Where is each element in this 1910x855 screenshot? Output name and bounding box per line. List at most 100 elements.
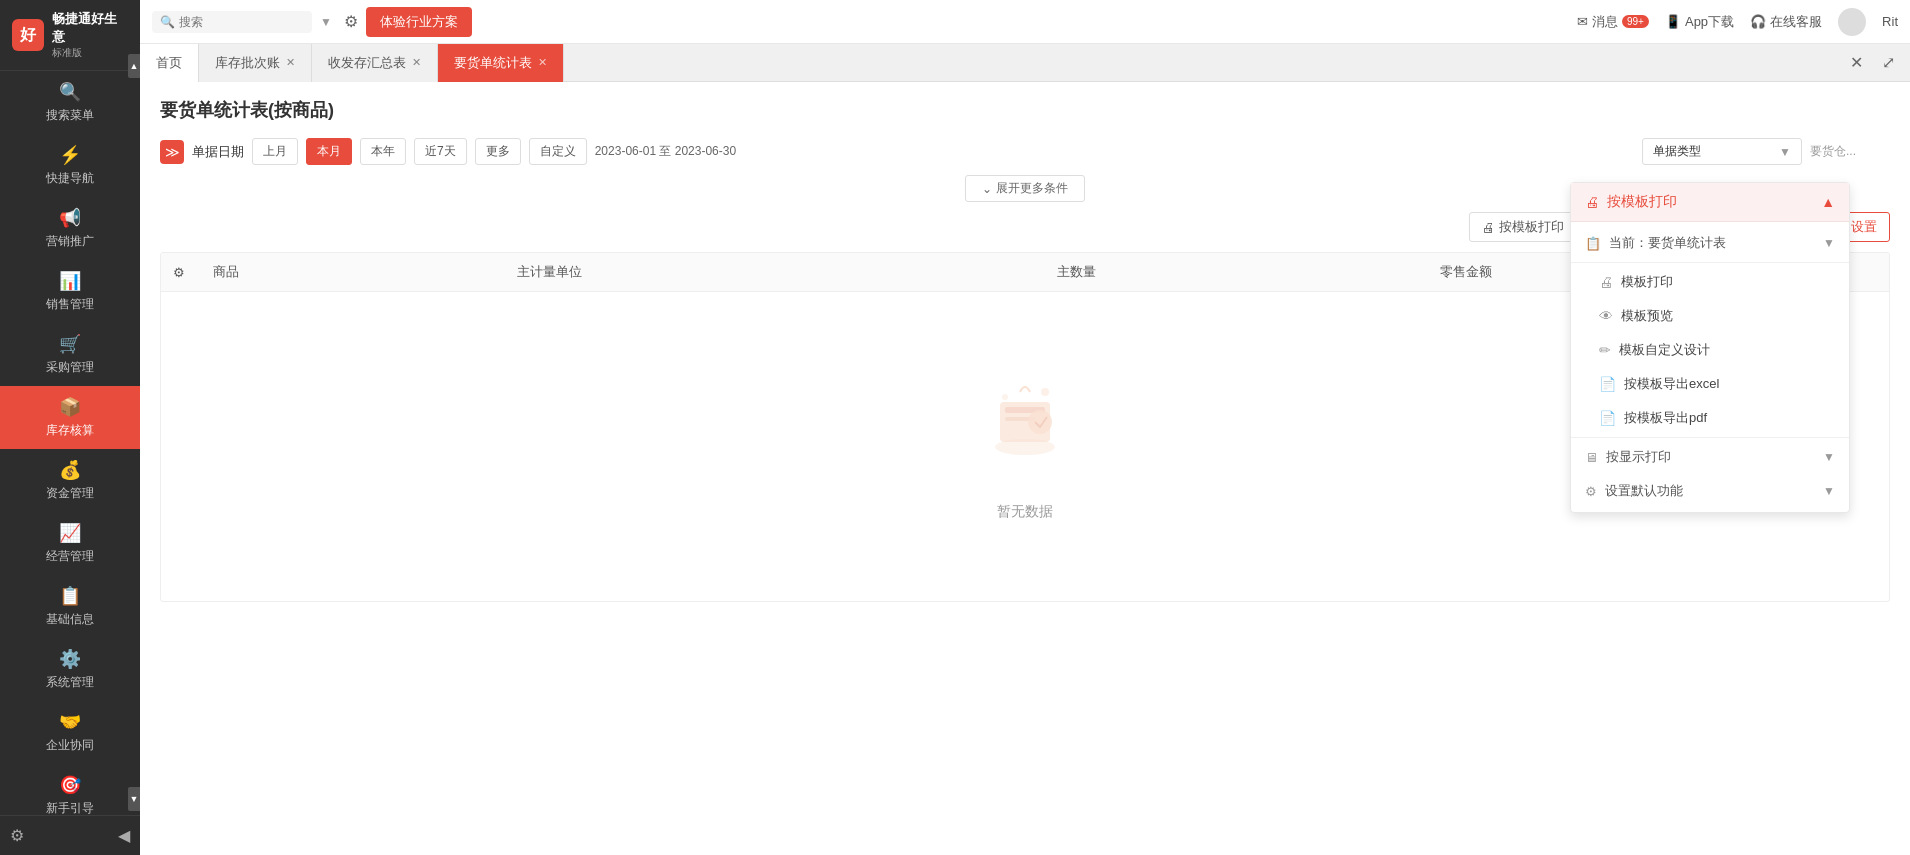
main-area: 🔍 ▼ ⚙ 体验行业方案 ✉ 消息 99+ 📱 App下载 🎧 在线客服 Rit bbox=[140, 0, 1910, 855]
logo-icon: 好 bbox=[12, 19, 44, 51]
date-cur-year-btn[interactable]: 本年 bbox=[360, 138, 406, 165]
target-icon: 🎯 bbox=[59, 774, 81, 796]
collection-tab-label: 收发存汇总表 bbox=[328, 54, 406, 72]
mobile-icon: 📱 bbox=[1665, 14, 1681, 29]
default-func-arrow: ▼ bbox=[1823, 484, 1835, 498]
default-func-section[interactable]: ⚙ 设置默认功能 ▼ bbox=[1571, 474, 1849, 508]
sidebar-item-guide[interactable]: 🎯 新手引导 bbox=[0, 764, 140, 815]
current-template-item[interactable]: 📋 当前：要货单统计表 ▼ bbox=[1571, 226, 1849, 260]
sidebar-nav: 🔍 搜索菜单 ⚡ 快捷导航 📢 营销推广 📊 销售管理 🛒 采购管理 📦 库存核… bbox=[0, 71, 140, 815]
search-icon: 🔍 bbox=[59, 81, 81, 103]
box-icon: 📦 bbox=[59, 396, 81, 418]
tab-batch[interactable]: 库存批次账 ✕ bbox=[199, 44, 312, 82]
template-excel-icon: 📄 bbox=[1599, 376, 1616, 392]
tab-order-stats[interactable]: 要货单统计表 ✕ bbox=[438, 44, 564, 82]
sidebar-item-system[interactable]: ⚙️ 系统管理 bbox=[0, 638, 140, 701]
display-print-icon: 🖥 bbox=[1585, 450, 1598, 465]
collection-tab-close[interactable]: ✕ bbox=[412, 56, 421, 69]
template-pdf-btn[interactable]: 📄 按模板导出pdf bbox=[1571, 401, 1849, 435]
print-dropdown-header[interactable]: 🖨 按模板打印 ▲ bbox=[1571, 183, 1849, 222]
print-dropdown-title: 🖨 按模板打印 bbox=[1585, 193, 1677, 211]
batch-tab-label: 库存批次账 bbox=[215, 54, 280, 72]
current-template-arrow: ▼ bbox=[1823, 236, 1835, 250]
expand-chevron-icon: ⌄ bbox=[982, 182, 992, 196]
tabs-bar: 首页 库存批次账 ✕ 收发存汇总表 ✕ 要货单统计表 ✕ ✕ ⤢ bbox=[140, 44, 1910, 82]
template-preview-btn[interactable]: 👁 模板预览 bbox=[1571, 299, 1849, 333]
maximize-btn[interactable]: ⤢ bbox=[1874, 49, 1902, 77]
order-stats-tab-close[interactable]: ✕ bbox=[538, 56, 547, 69]
order-type-arrow: ▼ bbox=[1779, 145, 1791, 159]
sidebar-item-sales[interactable]: 📊 销售管理 bbox=[0, 260, 140, 323]
date-cur-month-btn[interactable]: 本月 bbox=[306, 138, 352, 165]
date-range-text: 2023-06-01 至 2023-06-30 bbox=[595, 143, 736, 160]
date-prev-month-btn[interactable]: 上月 bbox=[252, 138, 298, 165]
online-service-btn[interactable]: 🎧 在线客服 bbox=[1750, 13, 1822, 31]
message-badge: 99+ bbox=[1622, 15, 1649, 28]
content-area: 要货单统计表(按商品) ≫ 单据日期 上月 本月 本年 近7天 更多 自定义 2… bbox=[140, 82, 1910, 855]
date-more-btn[interactable]: 更多 bbox=[475, 138, 521, 165]
display-print-section[interactable]: 🖥 按显示打印 ▼ bbox=[1571, 440, 1849, 474]
template-pdf-icon: 📄 bbox=[1599, 410, 1616, 426]
print-dropdown-close-icon[interactable]: ▲ bbox=[1821, 194, 1835, 210]
close-tab-btn[interactable]: ✕ bbox=[1842, 49, 1870, 77]
search-input[interactable] bbox=[179, 15, 289, 29]
sidebar-scroll-up[interactable]: ▲ bbox=[128, 54, 140, 78]
col-unit: 主计量单位 bbox=[505, 253, 1045, 292]
logo-text: 畅捷通好生意 标准版 bbox=[52, 10, 128, 60]
money-icon: 💰 bbox=[59, 459, 81, 481]
template-design-icon: ✏ bbox=[1599, 342, 1611, 358]
col-settings[interactable]: ⚙ bbox=[161, 253, 201, 292]
sidebar-item-ops[interactable]: 📈 经营管理 bbox=[0, 512, 140, 575]
gear-icon: ⚙️ bbox=[59, 648, 81, 670]
app-download-btn[interactable]: 📱 App下载 bbox=[1665, 13, 1734, 31]
sidebar-item-search[interactable]: 🔍 搜索菜单 bbox=[0, 71, 140, 134]
default-func-icon: ⚙ bbox=[1585, 484, 1597, 499]
sidebar-item-collab[interactable]: 🤝 企业协同 bbox=[0, 701, 140, 764]
order-category-placeholder: 要货仓... bbox=[1810, 143, 1890, 160]
chart-icon: 📊 bbox=[59, 270, 81, 292]
tab-home[interactable]: 首页 bbox=[140, 44, 199, 82]
table-settings-icon[interactable]: ⚙ bbox=[173, 265, 185, 280]
empty-text: 暂无数据 bbox=[997, 503, 1053, 521]
handshake-icon: 🤝 bbox=[59, 711, 81, 733]
batch-tab-close[interactable]: ✕ bbox=[286, 56, 295, 69]
print-dropdown-body: 📋 当前：要货单统计表 ▼ 🖨 模板打印 👁 模板预览 bbox=[1571, 222, 1849, 512]
sidebar-item-inventory[interactable]: 📦 库存核算 bbox=[0, 386, 140, 449]
tab-collection[interactable]: 收发存汇总表 ✕ bbox=[312, 44, 438, 82]
order-stats-tab-label: 要货单统计表 bbox=[454, 54, 532, 72]
search-header-icon: 🔍 bbox=[160, 15, 175, 29]
date-7days-btn[interactable]: 近7天 bbox=[414, 138, 467, 165]
user-avatar[interactable] bbox=[1838, 8, 1866, 36]
collapse-sidebar-btn[interactable]: ◀ bbox=[118, 826, 130, 845]
message-btn[interactable]: ✉ 消息 99+ bbox=[1577, 13, 1649, 31]
sidebar-item-quicknav[interactable]: ⚡ 快捷导航 bbox=[0, 134, 140, 197]
sidebar-scroll-down[interactable]: ▼ bbox=[128, 787, 140, 811]
search-dropdown-btn[interactable]: ▼ bbox=[320, 15, 332, 29]
sidebar-item-purchase[interactable]: 🛒 采购管理 bbox=[0, 323, 140, 386]
header-gear-icon[interactable]: ⚙ bbox=[344, 12, 358, 31]
empty-illustration bbox=[975, 372, 1075, 491]
order-type-label: 单据类型 bbox=[1653, 143, 1701, 160]
filter-expand-btn[interactable]: ≫ bbox=[160, 140, 184, 164]
expand-more-btn[interactable]: ⌄ 展开更多条件 bbox=[965, 175, 1085, 202]
order-type-dropdown[interactable]: 单据类型 ▼ bbox=[1642, 138, 1802, 165]
current-template-icon: 📋 bbox=[1585, 236, 1601, 251]
settings-footer-btn[interactable]: ⚙ bbox=[10, 826, 24, 845]
print-dropdown: 🖨 按模板打印 ▲ 📋 当前：要货单统计表 ▼ 🖨 bbox=[1570, 182, 1850, 513]
sidebar-item-basic[interactable]: 📋 基础信息 bbox=[0, 575, 140, 638]
print-header-icon: 🖨 bbox=[1585, 194, 1599, 210]
tabs-right-controls: ✕ ⤢ bbox=[1842, 49, 1910, 77]
template-excel-btn[interactable]: 📄 按模板导出excel bbox=[1571, 367, 1849, 401]
sidebar-item-finance[interactable]: 💰 资金管理 bbox=[0, 449, 140, 512]
header-search-box[interactable]: 🔍 bbox=[152, 11, 312, 33]
sidebar-item-marketing[interactable]: 📢 营销推广 bbox=[0, 197, 140, 260]
template-print-btn[interactable]: 🖨 模板打印 bbox=[1571, 265, 1849, 299]
home-tab-label: 首页 bbox=[156, 54, 182, 72]
col-quantity: 主数量 bbox=[1045, 253, 1428, 292]
print-icon: 🖨 bbox=[1482, 220, 1495, 235]
template-preview-icon: 👁 bbox=[1599, 308, 1613, 324]
date-custom-btn[interactable]: 自定义 bbox=[529, 138, 587, 165]
trial-btn[interactable]: 体验行业方案 bbox=[366, 7, 472, 37]
template-design-btn[interactable]: ✏ 模板自定义设计 bbox=[1571, 333, 1849, 367]
headset-icon: 🎧 bbox=[1750, 14, 1766, 29]
